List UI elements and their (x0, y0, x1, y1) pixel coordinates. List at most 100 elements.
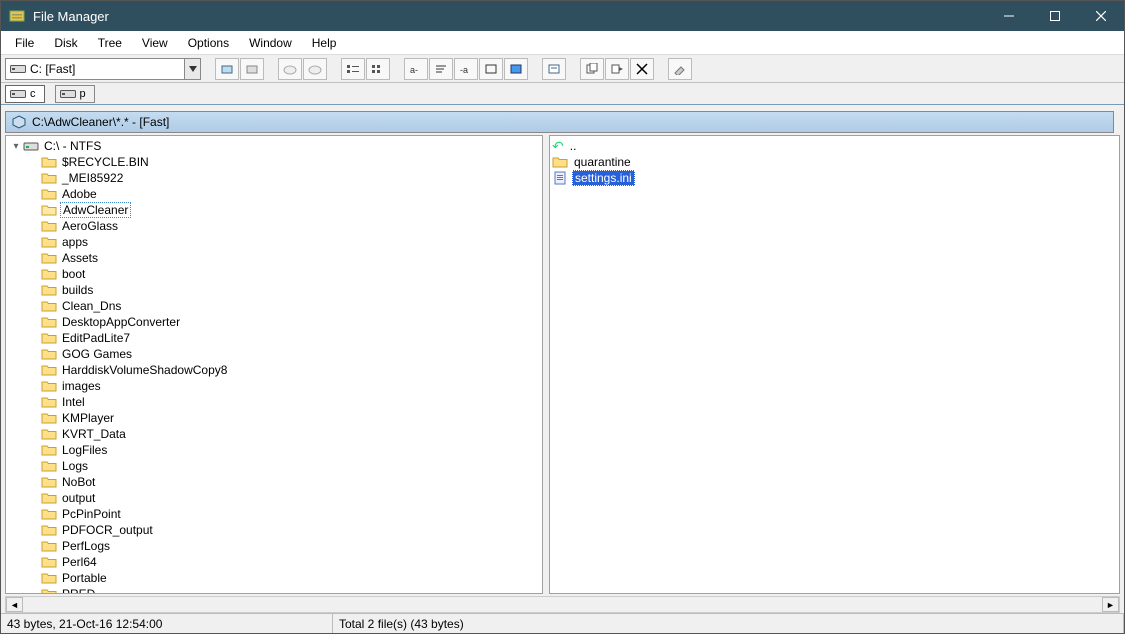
toolbar-btn-sort-1[interactable]: a- (404, 58, 428, 80)
menu-window[interactable]: Window (239, 33, 302, 53)
menu-help[interactable]: Help (302, 33, 347, 53)
tree-item[interactable]: ·PDFOCR_output (6, 522, 542, 538)
tree-item[interactable]: ·Portable (6, 570, 542, 586)
tree-item[interactable]: ·NoBot (6, 474, 542, 490)
bottom-scrollbar[interactable]: ◄ ► (5, 596, 1120, 613)
tree-item-label: images (60, 379, 103, 393)
up-arrow-icon: ↶ (552, 138, 564, 155)
toolbar-btn-view-2[interactable] (366, 58, 390, 80)
folder-icon (41, 443, 57, 457)
toolbar-btn-sort-5[interactable] (504, 58, 528, 80)
tree-item[interactable]: ·Adobe (6, 186, 542, 202)
drive-tabs: cp (1, 83, 1124, 105)
tree-item[interactable]: ·LogFiles (6, 442, 542, 458)
menu-options[interactable]: Options (178, 33, 239, 53)
folder-icon (552, 155, 568, 169)
tree-item-label: boot (60, 267, 87, 281)
drive-tab-c[interactable]: c (5, 85, 45, 103)
tree-item[interactable]: ·$RECYCLE.BIN (6, 154, 542, 170)
tree-item-label: output (60, 491, 97, 505)
close-button[interactable] (1078, 1, 1124, 31)
toolbar-btn-history-fwd[interactable] (240, 58, 264, 80)
tree-item-label: KVRT_Data (60, 427, 128, 441)
tree-item[interactable]: ·PcPinPoint (6, 506, 542, 522)
tree-item[interactable]: ·DesktopAppConverter (6, 314, 542, 330)
tree-item-label: Perl64 (60, 555, 99, 569)
toolbar-btn-sort-4[interactable] (479, 58, 503, 80)
tree-item[interactable]: ·PRED (6, 586, 542, 594)
toolbar-btn-history-back[interactable] (215, 58, 239, 80)
tree-item-label: PDFOCR_output (60, 523, 155, 537)
scroll-right-icon[interactable]: ► (1102, 597, 1119, 612)
tree-item-label: _MEI85922 (60, 171, 125, 185)
toolbar-btn-delete[interactable] (630, 58, 654, 80)
maximize-button[interactable] (1032, 1, 1078, 31)
tree-item-label: DesktopAppConverter (60, 315, 182, 329)
path-text: C:\AdwCleaner\*.* - [Fast] (32, 115, 169, 129)
drive-tab-label: c (30, 88, 36, 100)
folder-icon (41, 363, 57, 377)
path-header[interactable]: C:\AdwCleaner\*.* - [Fast] (5, 111, 1114, 133)
toolbar-btn-sort-3[interactable]: -a (454, 58, 478, 80)
tree-item[interactable]: ·KVRT_Data (6, 426, 542, 442)
file-list[interactable]: ↶..quarantinesettings.ini (549, 135, 1120, 594)
drive-icon (60, 89, 76, 99)
tree-item[interactable]: ·GOG Games (6, 346, 542, 362)
toolbar-btn-tool[interactable] (668, 58, 692, 80)
menu-view[interactable]: View (132, 33, 178, 53)
tree-item[interactable]: ·EditPadLite7 (6, 330, 542, 346)
tree-item[interactable]: ·builds (6, 282, 542, 298)
scroll-left-icon[interactable]: ◄ (6, 597, 23, 612)
folder-icon (41, 475, 57, 489)
expand-icon[interactable]: ▾ (10, 141, 22, 152)
tree-item-label: builds (60, 283, 95, 297)
tree-root[interactable]: ▾C:\ - NTFS (6, 138, 542, 154)
status-bar: 43 bytes, 21-Oct-16 12:54:00 Total 2 fil… (1, 613, 1124, 633)
toolbar-btn-copy[interactable] (580, 58, 604, 80)
tree-item[interactable]: ·boot (6, 266, 542, 282)
toolbar-btn-view-1[interactable] (341, 58, 365, 80)
tree-item[interactable]: ·AeroGlass (6, 218, 542, 234)
tree-item[interactable]: ·AdwCleaner (6, 202, 542, 218)
tree-item[interactable]: ·output (6, 490, 542, 506)
tree-item[interactable]: ·Clean_Dns (6, 298, 542, 314)
tree-item-label: NoBot (60, 475, 97, 489)
drive-tab-p[interactable]: p (55, 85, 95, 103)
folder-icon (41, 523, 57, 537)
toolbar-btn-move[interactable] (605, 58, 629, 80)
tree-item[interactable]: ·images (6, 378, 542, 394)
tree-item-label: AdwCleaner (60, 202, 131, 218)
tree-item-label: Logs (60, 459, 90, 473)
tree-item-label: apps (60, 235, 90, 249)
toolbar-btn-cloud-2[interactable] (303, 58, 327, 80)
minimize-button[interactable] (986, 1, 1032, 31)
status-left: 43 bytes, 21-Oct-16 12:54:00 (1, 614, 333, 633)
file-name: settings.ini (572, 170, 635, 186)
svg-text:a-: a- (410, 65, 418, 75)
tree-item[interactable]: ·_MEI85922 (6, 170, 542, 186)
menu-tree[interactable]: Tree (88, 33, 132, 53)
toolbar-btn-sort-2[interactable] (429, 58, 453, 80)
file-row[interactable]: settings.ini (552, 170, 1117, 186)
tree-item[interactable]: ·apps (6, 234, 542, 250)
folder-icon (41, 539, 57, 553)
folder-tree[interactable]: ▾C:\ - NTFS·$RECYCLE.BIN·_MEI85922·Adobe… (5, 135, 543, 594)
toolbar-btn-cloud-1[interactable] (278, 58, 302, 80)
app-icon (9, 8, 25, 24)
parent-dir[interactable]: ↶.. (552, 138, 1117, 154)
tree-item[interactable]: ·PerfLogs (6, 538, 542, 554)
folder-icon (41, 171, 57, 185)
tree-item[interactable]: ·Assets (6, 250, 542, 266)
tree-item-label: LogFiles (60, 443, 109, 457)
tree-item[interactable]: ·Perl64 (6, 554, 542, 570)
menu-file[interactable]: File (5, 33, 44, 53)
tree-item[interactable]: ·KMPlayer (6, 410, 542, 426)
drive-dropdown[interactable]: C: [Fast] (5, 58, 201, 80)
menu-disk[interactable]: Disk (44, 33, 87, 53)
tree-item[interactable]: ·Logs (6, 458, 542, 474)
toolbar-btn-refresh[interactable] (542, 58, 566, 80)
tree-item[interactable]: ·HarddiskVolumeShadowCopy8 (6, 362, 542, 378)
file-row[interactable]: quarantine (552, 154, 1117, 170)
svg-text:-a: -a (460, 65, 468, 75)
tree-item[interactable]: ·Intel (6, 394, 542, 410)
